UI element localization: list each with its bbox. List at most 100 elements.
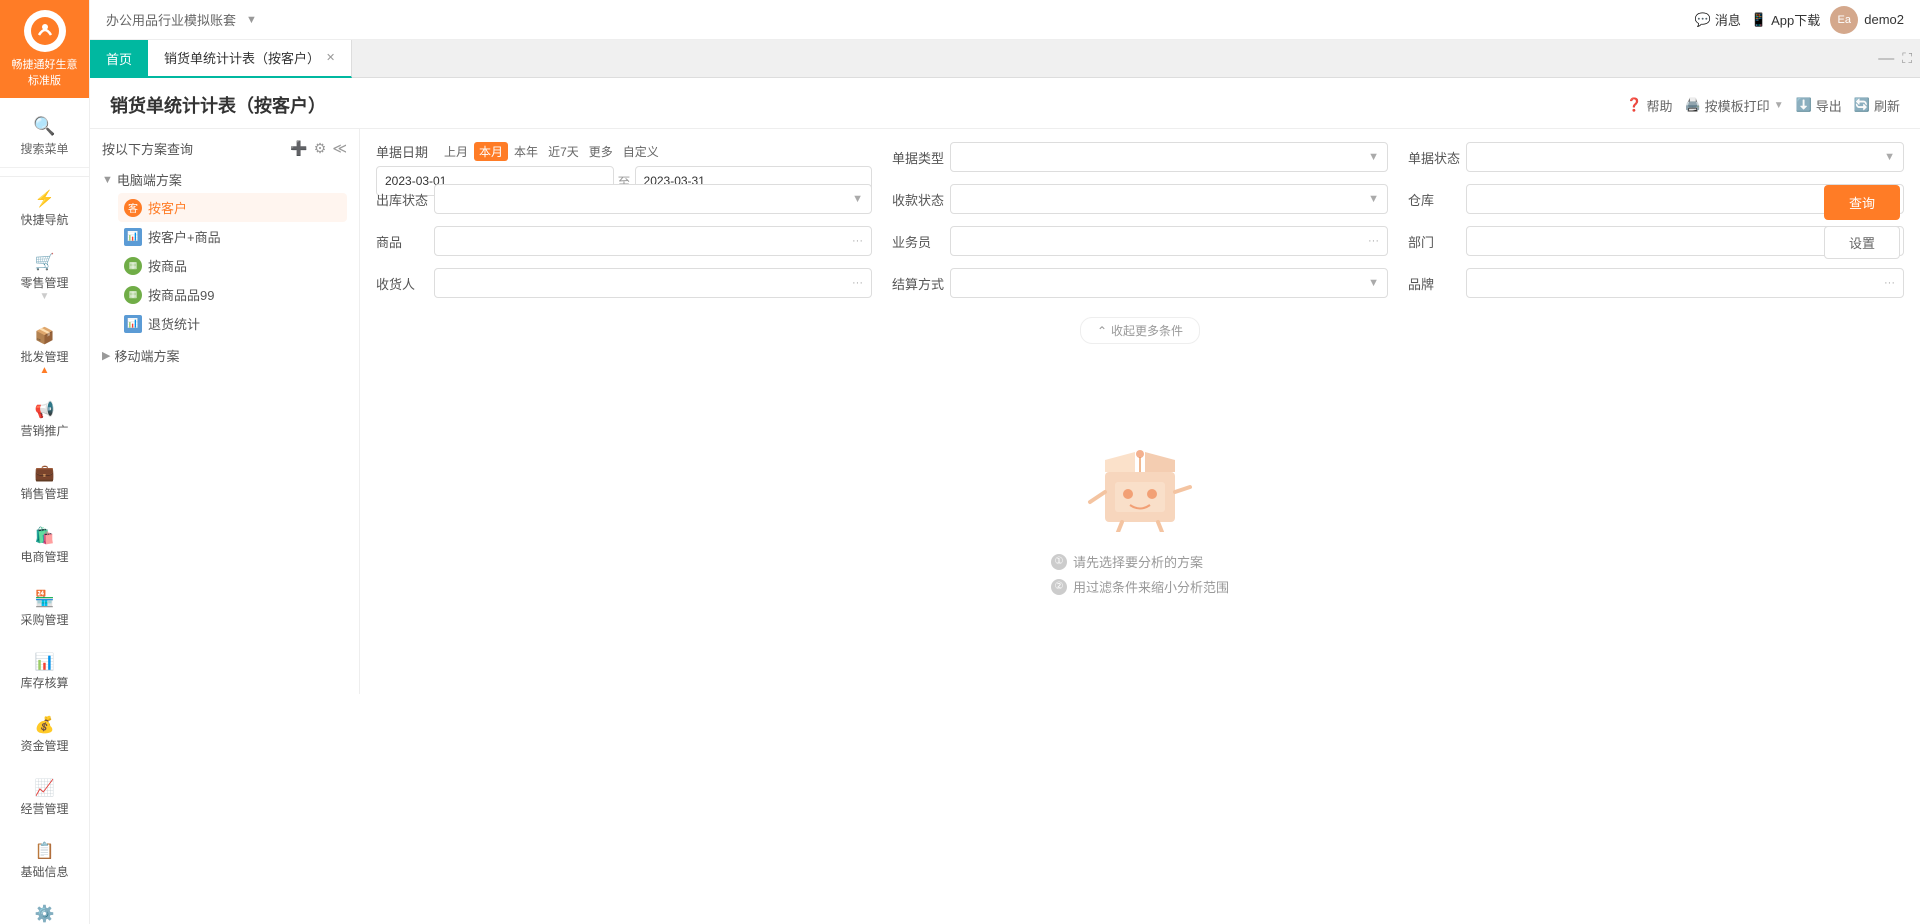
out-status-select[interactable]: ▼ [434, 184, 872, 214]
sidebar-item-label: 营销推广 [20, 422, 68, 439]
receiver-dots: ··· [852, 277, 863, 289]
help-button[interactable]: ❓ 帮助 [1626, 96, 1672, 115]
sidebar-item-operation[interactable]: 📈 经营管理 [0, 766, 89, 829]
message-icon: 💬 [1695, 12, 1711, 28]
retail-icon: 🛒 [35, 252, 55, 272]
receiver-select[interactable]: ··· [434, 268, 872, 298]
download-icon: 📱 [1751, 12, 1767, 28]
order-status-select[interactable]: ▼ [1466, 142, 1904, 172]
sidebar-item-finance[interactable]: 💰 资金管理 [0, 703, 89, 766]
collapse-bar: ⌃ 收起更多条件 [376, 309, 1904, 352]
out-status-label: 出库状态 [376, 190, 428, 209]
purchase-icon: 🏪 [35, 589, 55, 609]
tab-home[interactable]: 首页 [90, 40, 148, 78]
order-type-select[interactable]: ▼ [950, 142, 1388, 172]
collapse-panel-button[interactable]: ≪ [332, 140, 347, 157]
tree-children-desktop: 客 按客户 📊 按客户+商品 ▦ 按商品 ▦ [102, 193, 347, 338]
sidebar-logo[interactable]: 畅捷通好生意 标准版 [0, 0, 90, 98]
product-select[interactable]: ··· [434, 226, 872, 256]
action-buttons: 查询 设置 [1824, 185, 1900, 259]
empty-text: ① 请先选择要分析的方案 ② 用过滤条件来缩小分析范围 [1051, 552, 1229, 602]
tree-parent-mobile-label: 移动端方案 [114, 346, 179, 365]
window-maximize-icon[interactable]: ⛶ [1902, 50, 1912, 67]
finance-icon: 💰 [35, 715, 55, 735]
refresh-button[interactable]: 🔄 刷新 [1854, 96, 1900, 115]
sidebar-item-label: 经营管理 [20, 800, 68, 817]
add-scheme-button[interactable]: ➕ [290, 140, 307, 157]
order-type-label: 单据类型 [892, 148, 944, 167]
search-icon: 🔍 [33, 116, 55, 137]
left-panel: 按以下方案查询 ➕ ⚙ ≪ ▼ 电脑端方案 客 按 [90, 129, 360, 694]
collapse-button[interactable]: ⌃ 收起更多条件 [1080, 317, 1200, 344]
app-download-button[interactable]: 📱 App下载 [1751, 10, 1820, 29]
settings-scheme-button[interactable]: ⚙ [314, 140, 327, 157]
user-profile[interactable]: Ea demo2 [1830, 6, 1904, 34]
brand-filter: 品牌 ··· [1408, 267, 1904, 299]
warehouse-label: 仓库 [1408, 190, 1460, 209]
sidebar-item-retail[interactable]: 🛒 零售管理 ▼ [0, 240, 89, 314]
tab-sales-stat[interactable]: 销货单统计计表（按客户） ✕ [148, 40, 352, 78]
dropdown-icon[interactable]: ▼ [246, 14, 257, 26]
sidebar-search[interactable]: 🔍 搜索菜单 [0, 106, 89, 168]
sidebar-item-wholesale[interactable]: 📦 批发管理 ▲ [0, 314, 89, 388]
tree-arrow-mobile: ▶ [102, 349, 110, 362]
by-customer-icon: 客 [124, 199, 142, 217]
product-dots: ··· [852, 235, 863, 247]
sidebar-item-basic[interactable]: 📋 基础信息 [0, 829, 89, 892]
sidebar-item-label: 电商管理 [20, 548, 68, 565]
export-button[interactable]: ⬇️ 导出 [1796, 96, 1842, 115]
username-label: demo2 [1864, 12, 1904, 27]
empty-hint-1: ① 请先选择要分析的方案 [1051, 552, 1229, 571]
tree-parent-mobile[interactable]: ▶ 移动端方案 [102, 342, 347, 369]
sidebar-item-ecommerce[interactable]: 🛍️ 电商管理 [0, 514, 89, 577]
settlement-filter: 结算方式 ▼ [892, 267, 1388, 299]
refund-icon: 📊 [124, 315, 142, 333]
date-tab-this-month[interactable]: 本月 [474, 142, 508, 161]
sidebar-item-system[interactable]: ⚙️ 系统管理 [0, 892, 89, 924]
tree-child-by-customer-product[interactable]: 📊 按客户+商品 [118, 222, 347, 251]
settings-button[interactable]: 设置 [1824, 226, 1900, 259]
logo-icon [29, 15, 61, 47]
sidebar-item-quicknav[interactable]: ⚡ 快捷导航 [0, 177, 89, 240]
settlement-chevron: ▼ [1368, 277, 1379, 289]
date-tab-more[interactable]: 更多 [585, 141, 617, 162]
left-panel-title: 按以下方案查询 [102, 139, 193, 158]
tree-parent-desktop[interactable]: ▼ 电脑端方案 [102, 166, 347, 193]
tree-child-by-product[interactable]: ▦ 按商品 [118, 251, 347, 280]
sidebar-search-nav[interactable]: 🔍 搜索菜单 [0, 98, 89, 177]
empty-state: ① 请先选择要分析的方案 ② 用过滤条件来缩小分析范围 [376, 352, 1904, 682]
salesperson-select[interactable]: ··· [950, 226, 1388, 256]
date-tab-7days[interactable]: 近7天 [544, 141, 583, 162]
settlement-label: 结算方式 [892, 274, 944, 293]
industry-title: 办公用品行业模拟账套 [106, 10, 236, 29]
wholesale-icon: 📦 [35, 326, 55, 346]
home-tab-label: 首页 [106, 49, 132, 68]
sidebar-item-purchase[interactable]: 🏪 采购管理 [0, 577, 89, 640]
sidebar-item-label: 销售管理 [20, 485, 68, 502]
sidebar-item-inventory[interactable]: 📊 库存核算 [0, 640, 89, 703]
date-tab-custom[interactable]: 自定义 [619, 141, 663, 162]
window-minimize-icon[interactable]: — [1878, 50, 1894, 68]
refresh-icon: 🔄 [1854, 97, 1870, 113]
query-button[interactable]: 查询 [1824, 185, 1900, 220]
tree-child-by-customer[interactable]: 客 按客户 [118, 193, 347, 222]
brand-dots: ··· [1884, 277, 1895, 289]
avatar: Ea [1830, 6, 1858, 34]
quicknav-icon: ⚡ [35, 189, 55, 209]
date-tab-last-month[interactable]: 上月 [440, 141, 472, 162]
date-tab-this-year[interactable]: 本年 [510, 141, 542, 162]
tree-child-refund[interactable]: 📊 退货统计 [118, 309, 347, 338]
product-label: 商品 [376, 232, 428, 251]
sidebar-item-sales[interactable]: 💼 销售管理 [0, 451, 89, 514]
tree-child-by-product-99[interactable]: ▦ 按商品品99 [118, 280, 347, 309]
receipt-status-select[interactable]: ▼ [950, 184, 1388, 214]
settlement-select[interactable]: ▼ [950, 268, 1388, 298]
tab-close-icon[interactable]: ✕ [326, 51, 335, 64]
sidebar-item-marketing[interactable]: 📢 营销推广 [0, 388, 89, 451]
message-button[interactable]: 💬 消息 [1695, 10, 1741, 29]
print-button[interactable]: 🖨️ 按模板打印 ▼ [1684, 96, 1783, 115]
print-icon: 🖨️ [1684, 97, 1700, 113]
date-filter-item: 单据日期 上月 本月 本年 近7天 更多 自定义 2023-03-0 [376, 141, 872, 173]
brand-select[interactable]: ··· [1466, 268, 1904, 298]
salesperson-dots: ··· [1368, 235, 1379, 247]
